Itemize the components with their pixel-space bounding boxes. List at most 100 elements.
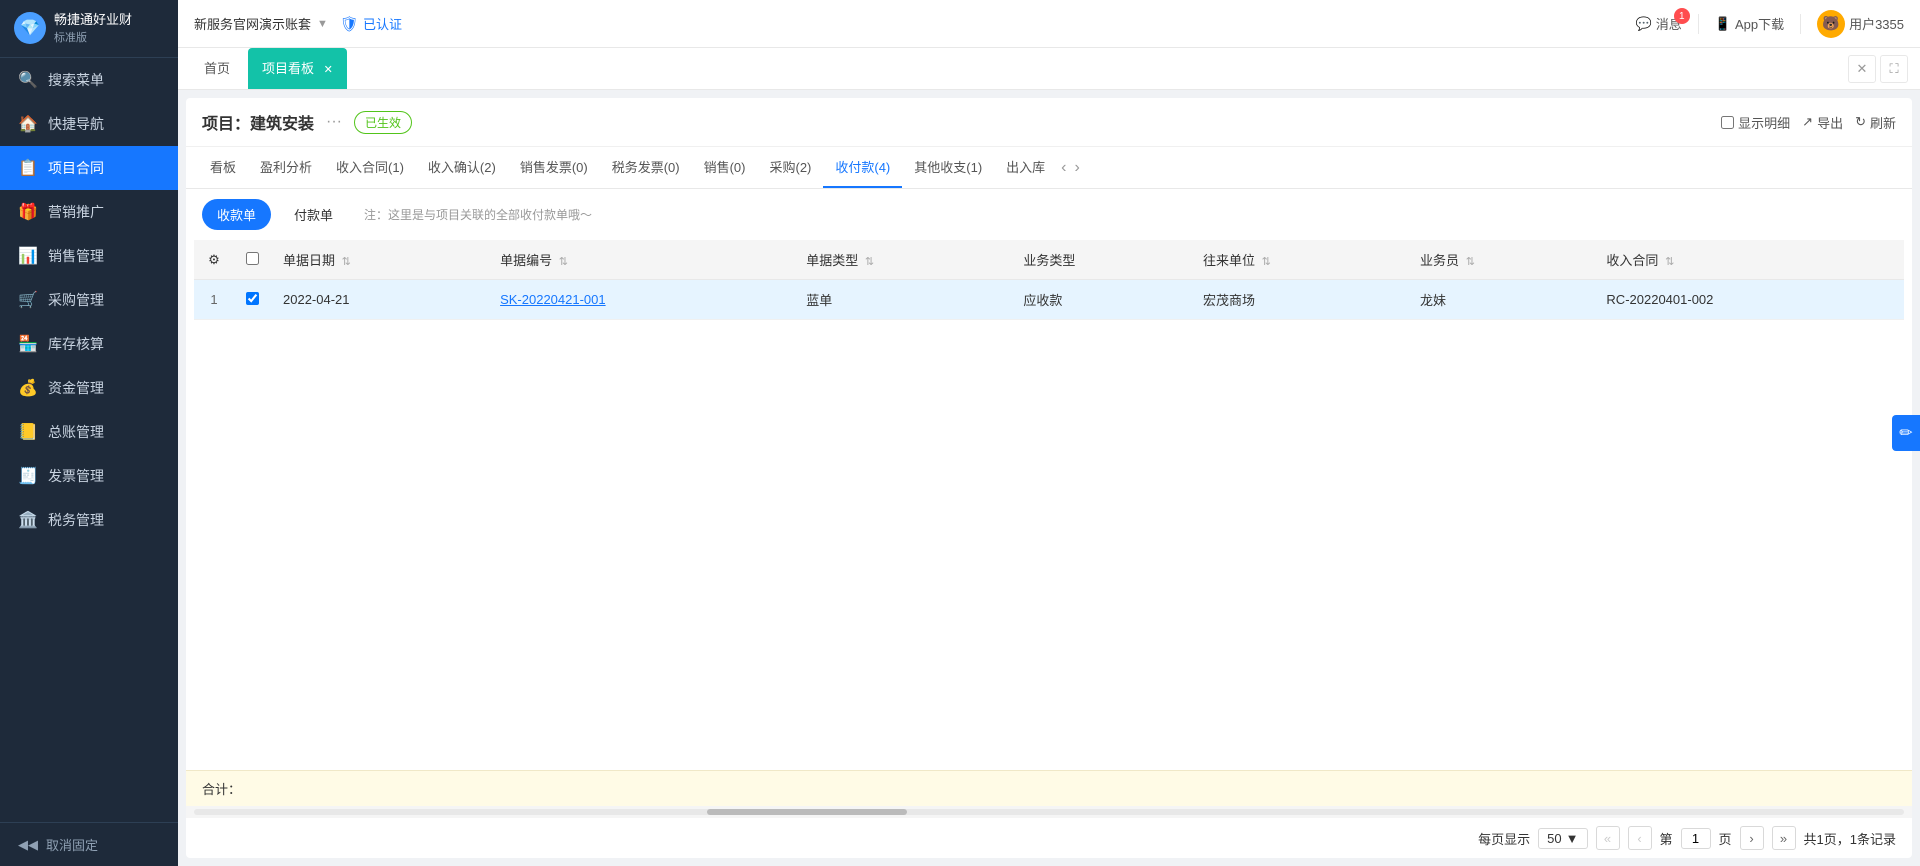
payments-tab-label: 付款单 bbox=[294, 208, 333, 223]
horizontal-scrollbar[interactable] bbox=[186, 806, 1912, 818]
tab-maximize-button[interactable]: ⛶ bbox=[1880, 55, 1908, 83]
sidebar-item-invoice-mgmt[interactable]: 🧾 发票管理 bbox=[0, 454, 178, 498]
account-name: 新服务官网演示账套 bbox=[194, 14, 311, 33]
table-row[interactable]: 1 2022-04-21 SK-20220421-001 蓝单 应收款 宏茂商场… bbox=[194, 280, 1904, 320]
sub-tabs-prev-arrow[interactable]: ‹ bbox=[1057, 159, 1070, 177]
app-logo: 💎 畅捷通好业财 标准版 bbox=[0, 0, 178, 58]
select-all-checkbox[interactable] bbox=[246, 252, 259, 265]
sidebar-item-label: 税务管理 bbox=[48, 510, 104, 530]
col-partner-label: 往来单位 bbox=[1203, 253, 1255, 268]
tax-mgmt-icon: 🏛️ bbox=[18, 510, 38, 530]
project-actions: 显示明细 ↗ 导出 ↻ 刷新 bbox=[1721, 113, 1896, 132]
sidebar-item-quick-nav[interactable]: 🏠 快捷导航 bbox=[0, 102, 178, 146]
sidebar-item-inventory[interactable]: 🏪 库存核算 bbox=[0, 322, 178, 366]
sub-tab-income-contract[interactable]: 收入合同(1) bbox=[324, 147, 416, 188]
sub-tab-profit[interactable]: 盈利分析 bbox=[248, 147, 324, 188]
row-checkbox[interactable] bbox=[246, 292, 259, 305]
invoice-mgmt-icon: 🧾 bbox=[18, 466, 38, 486]
show-detail-checkbox[interactable]: 显示明细 bbox=[1721, 113, 1790, 132]
tab-close-icon[interactable]: ✕ bbox=[324, 64, 333, 76]
show-detail-input[interactable] bbox=[1721, 116, 1734, 129]
sidebar-item-search-menu[interactable]: 🔍 搜索菜单 bbox=[0, 58, 178, 102]
first-page-button[interactable]: « bbox=[1596, 826, 1620, 850]
message-button[interactable]: 💬 消息 1 bbox=[1636, 14, 1682, 33]
sub-tab-other-expense[interactable]: 其他收支(1) bbox=[902, 147, 994, 188]
sub-tab-purchase[interactable]: 采购(2) bbox=[757, 147, 823, 188]
ledger-mgmt-icon: 📒 bbox=[18, 422, 38, 442]
sidebar-item-ledger-mgmt[interactable]: 📒 总账管理 bbox=[0, 410, 178, 454]
scrollbar-thumb[interactable] bbox=[707, 809, 907, 815]
col-type[interactable]: 单据类型 ⇅ bbox=[794, 240, 1011, 280]
page-size-value: 50 bbox=[1547, 831, 1561, 846]
export-icon: ↗ bbox=[1802, 114, 1813, 130]
sales-mgmt-icon: 📊 bbox=[18, 246, 38, 266]
content-area: 项目：建筑安装 ··· 已生效 显示明细 ↗ 导出 ↻ 刷新 看板 bbox=[186, 98, 1912, 858]
sub-tab-kanban[interactable]: 看板 bbox=[198, 147, 248, 188]
col-settings[interactable]: ⚙ bbox=[194, 240, 234, 280]
col-salesman-label: 业务员 bbox=[1420, 253, 1459, 268]
col-biz-type-label: 业务类型 bbox=[1023, 253, 1075, 268]
header-divider-1 bbox=[1698, 14, 1699, 34]
row-biz-type: 应收款 bbox=[1011, 280, 1191, 320]
header-right: 💬 消息 1 📱 App下载 🐻 用户3355 bbox=[1636, 10, 1904, 38]
fund-mgmt-icon: 💰 bbox=[18, 378, 38, 398]
sub-tabs-next-arrow[interactable]: › bbox=[1071, 159, 1084, 177]
sub-tab-sales[interactable]: 销售(0) bbox=[692, 147, 758, 188]
sidebar-item-purchase-mgmt[interactable]: 🛒 采购管理 bbox=[0, 278, 178, 322]
col-check bbox=[234, 240, 271, 280]
tab-home[interactable]: 首页 bbox=[190, 48, 244, 89]
col-number[interactable]: 单据编号 ⇅ bbox=[488, 240, 794, 280]
collection-note: 注：这里是与项目关联的全部收付款单哦～ bbox=[364, 206, 592, 223]
col-type-label: 单据类型 bbox=[806, 253, 858, 268]
sub-tab-warehouse[interactable]: 出入库 bbox=[994, 147, 1057, 188]
sub-tab-income-confirm[interactable]: 收入确认(2) bbox=[416, 147, 508, 188]
tab-close-window-button[interactable]: ✕ bbox=[1848, 55, 1876, 83]
page-size-dropdown-icon: ▼ bbox=[1566, 831, 1579, 846]
unpin-button[interactable]: ◀◀ 取消固定 bbox=[0, 822, 178, 866]
app-name: 畅捷通好业财 bbox=[54, 12, 132, 29]
sidebar-item-fund-mgmt[interactable]: 💰 资金管理 bbox=[0, 366, 178, 410]
row-income-contract: RC-20220401-002 bbox=[1594, 280, 1904, 320]
col-date[interactable]: 单据日期 ⇅ bbox=[271, 240, 488, 280]
user-profile[interactable]: 🐻 用户3355 bbox=[1817, 10, 1904, 38]
prev-page-button[interactable]: ‹ bbox=[1628, 826, 1652, 850]
payments-tab[interactable]: 付款单 bbox=[279, 199, 348, 230]
first-page-icon: « bbox=[1604, 831, 1611, 846]
prev-page-icon: ‹ bbox=[1637, 831, 1641, 846]
sub-tab-tax-invoice[interactable]: 税务发票(0) bbox=[600, 147, 692, 188]
sidebar-item-project-contract[interactable]: 📋 项目合同 bbox=[0, 146, 178, 190]
total-label: 合计： bbox=[202, 779, 241, 798]
col-partner[interactable]: 往来单位 ⇅ bbox=[1191, 240, 1408, 280]
receipts-tab[interactable]: 收款单 bbox=[202, 199, 271, 230]
sidebar-item-label: 营销推广 bbox=[48, 202, 104, 222]
floating-edit-icon[interactable]: ✏ bbox=[1892, 415, 1920, 451]
col-income-contract[interactable]: 收入合同 ⇅ bbox=[1594, 240, 1904, 280]
last-page-icon: » bbox=[1780, 831, 1787, 846]
account-selector[interactable]: 新服务官网演示账套 ▼ bbox=[194, 14, 328, 33]
last-page-button[interactable]: » bbox=[1772, 826, 1796, 850]
refresh-button[interactable]: ↻ 刷新 bbox=[1855, 113, 1896, 132]
sidebar-item-tax-mgmt[interactable]: 🏛️ 税务管理 bbox=[0, 498, 178, 542]
project-more-icon[interactable]: ··· bbox=[326, 113, 342, 131]
current-page-input[interactable] bbox=[1681, 828, 1711, 849]
export-button[interactable]: ↗ 导出 bbox=[1802, 113, 1843, 132]
row-num: 1 bbox=[194, 280, 234, 320]
message-icon: 💬 bbox=[1636, 16, 1652, 32]
next-page-button[interactable]: › bbox=[1740, 826, 1764, 850]
sidebar-item-marketing[interactable]: 🎁 营销推广 bbox=[0, 190, 178, 234]
record-link[interactable]: SK-20220421-001 bbox=[500, 292, 606, 307]
page-size-selector[interactable]: 50 ▼ bbox=[1538, 828, 1587, 849]
sub-tab-sales-invoice[interactable]: 销售发票(0) bbox=[508, 147, 600, 188]
app-download-button[interactable]: 📱 App下载 bbox=[1715, 14, 1784, 33]
sidebar-item-label: 项目合同 bbox=[48, 158, 104, 178]
sub-tab-collection[interactable]: 收付款(4) bbox=[823, 147, 902, 188]
row-check-cell bbox=[234, 280, 271, 320]
sidebar-item-sales-mgmt[interactable]: 📊 销售管理 bbox=[0, 234, 178, 278]
col-salesman[interactable]: 业务员 ⇅ bbox=[1408, 240, 1594, 280]
project-header: 项目：建筑安装 ··· 已生效 显示明细 ↗ 导出 ↻ 刷新 bbox=[186, 98, 1912, 147]
tab-project-board[interactable]: 项目看板 ✕ bbox=[248, 48, 347, 89]
marketing-icon: 🎁 bbox=[18, 202, 38, 222]
account-dropdown-icon[interactable]: ▼ bbox=[317, 18, 328, 30]
sidebar-item-label: 发票管理 bbox=[48, 466, 104, 486]
sidebar-item-label: 销售管理 bbox=[48, 246, 104, 266]
